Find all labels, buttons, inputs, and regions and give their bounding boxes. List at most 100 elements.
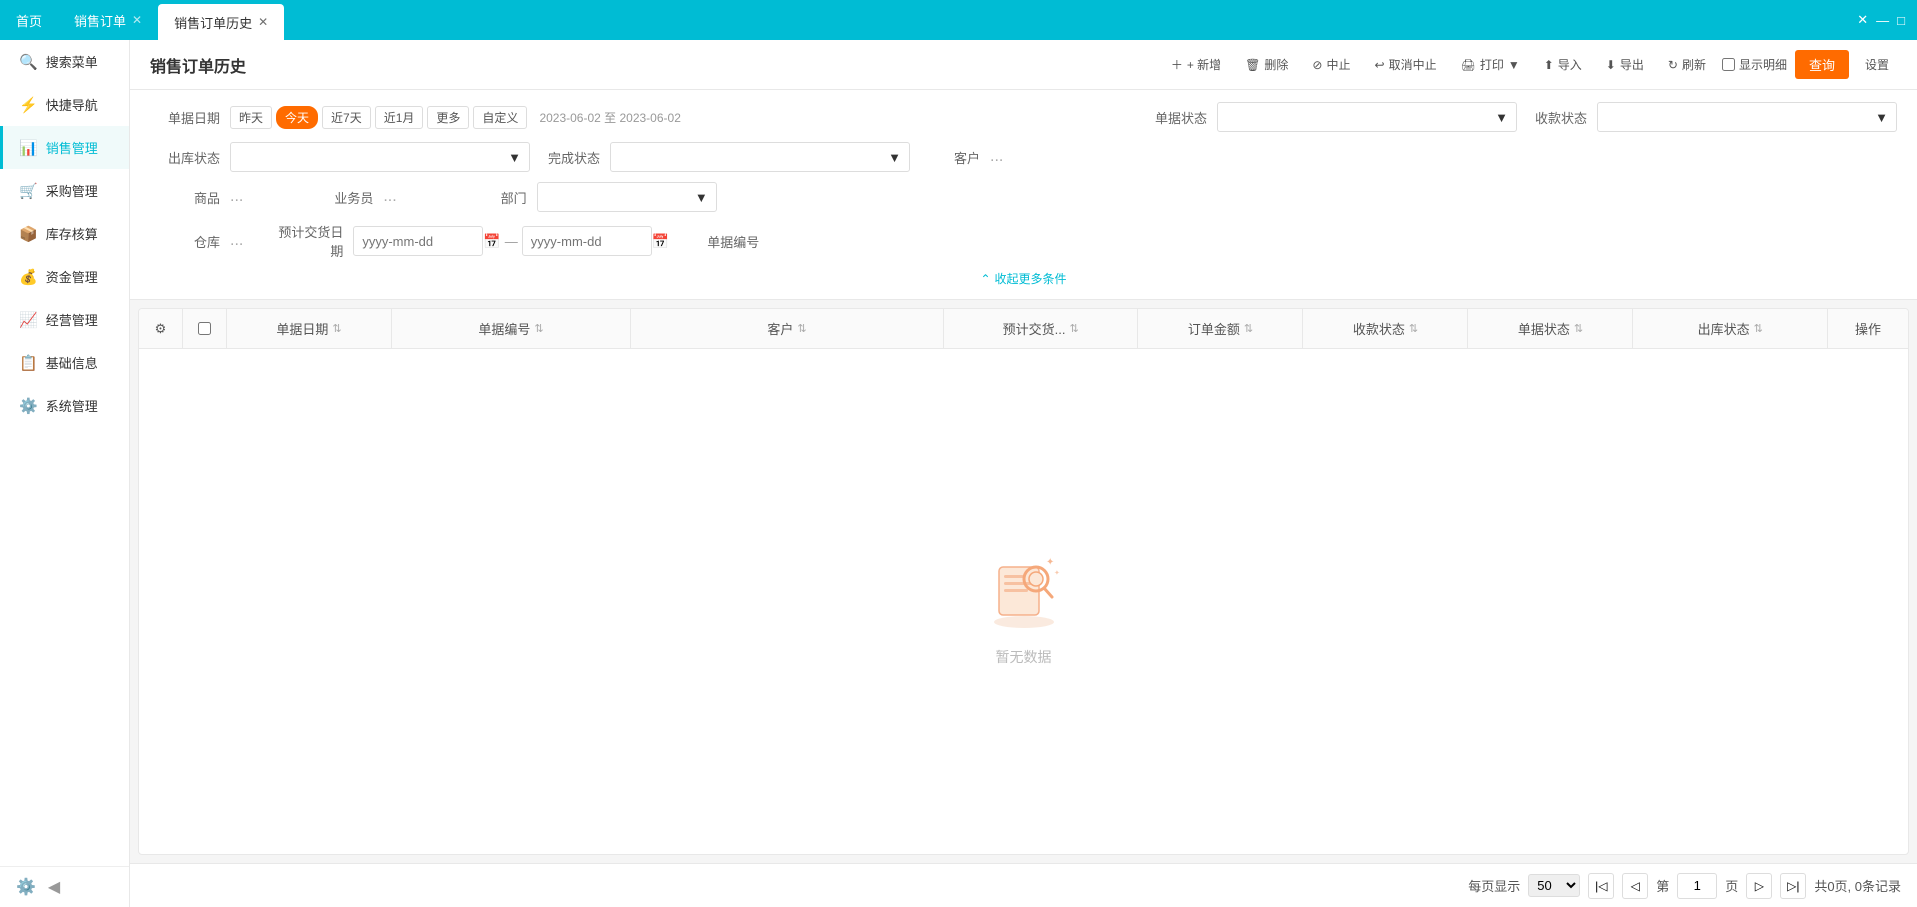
- print-icon: 🖨: [1461, 58, 1476, 72]
- delivery-status-select[interactable]: ▼: [230, 142, 530, 172]
- per-page-label: 每页显示: [1468, 876, 1520, 895]
- tab-sales-order-history-close[interactable]: ✕: [258, 15, 268, 29]
- order-status-select[interactable]: ▼: [1217, 102, 1517, 132]
- import-button[interactable]: ⬆ 导入: [1536, 52, 1590, 77]
- tab-sales-order[interactable]: 销售订单 ✕: [58, 0, 158, 40]
- th-amount[interactable]: 订单金额 ⇅: [1138, 309, 1303, 348]
- new-button[interactable]: ＋ + 新增: [1163, 52, 1229, 77]
- th-order-status-label: 单据状态: [1518, 319, 1570, 338]
- th-order-status[interactable]: 单据状态 ⇅: [1468, 309, 1633, 348]
- th-delivery[interactable]: 预计交货... ⇅: [944, 309, 1139, 348]
- sidebar-item-quick-nav-label: 快捷导航: [46, 95, 98, 114]
- settings-button-label: 设置: [1865, 56, 1889, 73]
- th-customer[interactable]: 客户 ⇅: [631, 309, 944, 348]
- date-yesterday-btn[interactable]: 昨天: [230, 106, 272, 129]
- stop-button[interactable]: ⊘ 中止: [1304, 52, 1358, 77]
- date-7days-btn[interactable]: 近7天: [322, 106, 371, 129]
- base-info-icon: 📋: [19, 354, 38, 372]
- payment-status-select[interactable]: ▼: [1597, 102, 1897, 132]
- page-number-input[interactable]: [1677, 873, 1717, 899]
- th-check[interactable]: [183, 309, 227, 348]
- stop-icon: ⊘: [1312, 58, 1322, 72]
- first-page-button[interactable]: |◁: [1588, 873, 1614, 899]
- maximize-icon[interactable]: □: [1897, 13, 1905, 28]
- next-page-button[interactable]: ▷: [1746, 873, 1772, 899]
- department-select[interactable]: ▼: [537, 182, 717, 212]
- date-today-btn[interactable]: 今天: [276, 106, 318, 129]
- date-1month-btn[interactable]: 近1月: [375, 106, 424, 129]
- delivery-date-start[interactable]: [353, 226, 483, 256]
- per-page-select[interactable]: 20 50 100: [1528, 874, 1580, 897]
- order-no-label: 单据编号: [689, 232, 769, 251]
- print-button[interactable]: 🖨 打印 ▼: [1453, 52, 1528, 77]
- th-out-status-label: 出库状态: [1698, 319, 1750, 338]
- select-all-checkbox[interactable]: [198, 322, 211, 335]
- th-action: 操作: [1828, 309, 1908, 348]
- tab-sales-order-label: 销售订单: [74, 11, 126, 30]
- settings-button[interactable]: 设置: [1857, 52, 1897, 77]
- tab-home[interactable]: 首页: [0, 0, 58, 40]
- display-detail-checkbox[interactable]: [1722, 58, 1735, 71]
- settings-bottom-icon[interactable]: ⚙️: [16, 877, 36, 897]
- customer-input[interactable]: ...: [990, 149, 1003, 165]
- complete-status-select[interactable]: ▼: [610, 142, 910, 172]
- th-out-status[interactable]: 出库状态 ⇅: [1633, 309, 1828, 348]
- sidebar-item-quick-nav[interactable]: ⚡ 快捷导航: [0, 83, 129, 126]
- sales-mgmt-icon: 📊: [19, 139, 38, 157]
- cancel-stop-button[interactable]: ↩ 取消中止: [1367, 52, 1445, 77]
- tab-sales-order-close[interactable]: ✕: [132, 13, 142, 27]
- date-more-btn[interactable]: 更多: [427, 106, 469, 129]
- th-date-sort-icon: ⇅: [332, 322, 341, 335]
- top-bar: 首页 销售订单 ✕ 销售订单历史 ✕ ✕ — □: [0, 0, 1917, 40]
- sidebar-item-base-info[interactable]: 📋 基础信息: [0, 341, 129, 384]
- sidebar-item-sys-mgmt[interactable]: ⚙️ 系统管理: [0, 384, 129, 427]
- calendar-end-icon[interactable]: 📅: [652, 233, 669, 250]
- minimize-icon[interactable]: —: [1876, 13, 1889, 28]
- sidebar-item-sales-mgmt-label: 销售管理: [46, 138, 98, 157]
- search-menu-icon: 🔍: [19, 53, 38, 71]
- collapse-sidebar-icon[interactable]: ◀: [48, 877, 60, 897]
- th-no-label: 单据编号: [478, 319, 530, 338]
- table-body: ✦ ✦ 暂无数据: [139, 349, 1908, 854]
- sidebar-item-purchase-mgmt-label: 采购管理: [46, 181, 98, 200]
- sidebar-item-inventory[interactable]: 📦 库存核算: [0, 212, 129, 255]
- filter-row-1: 单据日期 昨天 今天 近7天 近1月 更多 自定义 2023-06-02 至 2…: [150, 102, 1897, 132]
- delete-button[interactable]: 🗑 删除: [1237, 52, 1296, 77]
- th-pay[interactable]: 收款状态 ⇅: [1303, 309, 1468, 348]
- display-detail-label: 显示明细: [1739, 56, 1787, 73]
- sidebar: 🔍 搜索菜单 ⚡ 快捷导航 📊 销售管理 🛒 采购管理 📦 库存核算 💰 资金管…: [0, 40, 130, 907]
- delivery-date-end[interactable]: [522, 226, 652, 256]
- th-action-label: 操作: [1855, 319, 1881, 338]
- prev-page-button[interactable]: ◁: [1622, 873, 1648, 899]
- th-no[interactable]: 单据编号 ⇅: [392, 309, 631, 348]
- sidebar-item-finance[interactable]: 💰 资金管理: [0, 255, 129, 298]
- date-custom-btn[interactable]: 自定义: [473, 106, 527, 129]
- page-label-post: 页: [1725, 876, 1738, 895]
- collapse-link-label: 收起更多条件: [995, 270, 1067, 287]
- calendar-start-icon[interactable]: 📅: [483, 233, 500, 250]
- th-settings[interactable]: ⚙: [139, 309, 183, 348]
- payment-status-dropdown-icon: ▼: [1875, 110, 1888, 125]
- query-button[interactable]: 查询: [1795, 50, 1849, 79]
- sidebar-item-operations[interactable]: 📈 经营管理: [0, 298, 129, 341]
- last-page-button[interactable]: ▷|: [1780, 873, 1806, 899]
- sidebar-item-finance-label: 资金管理: [46, 267, 98, 286]
- order-status-label: 单据状态: [1137, 108, 1217, 127]
- total-info: 共0页, 0条记录: [1814, 876, 1901, 895]
- tab-sales-order-history[interactable]: 销售订单历史 ✕: [158, 4, 284, 40]
- export-button[interactable]: ⬇ 导出: [1598, 52, 1652, 77]
- content-area: 销售订单历史 ＋ + 新增 🗑 删除 ⊘ 中止 ↩ 取消中止: [130, 40, 1917, 907]
- refresh-button[interactable]: ↻ 刷新: [1660, 52, 1714, 77]
- collapse-link[interactable]: ⌃ 收起更多条件: [150, 270, 1897, 287]
- goods-input[interactable]: ...: [230, 189, 243, 205]
- display-detail-checkbox-label: 显示明细: [1722, 56, 1787, 73]
- sidebar-item-sales-mgmt[interactable]: 📊 销售管理: [0, 126, 129, 169]
- th-date[interactable]: 单据日期 ⇅: [227, 309, 392, 348]
- sidebar-item-search-menu[interactable]: 🔍 搜索菜单: [0, 40, 129, 83]
- close-icon[interactable]: ✕: [1857, 12, 1868, 28]
- warehouse-input[interactable]: ...: [230, 233, 243, 249]
- sidebar-item-purchase-mgmt[interactable]: 🛒 采购管理: [0, 169, 129, 212]
- th-customer-sort-icon: ⇅: [797, 322, 806, 335]
- salesperson-input[interactable]: ...: [383, 189, 396, 205]
- page-label-pre: 第: [1656, 876, 1669, 895]
